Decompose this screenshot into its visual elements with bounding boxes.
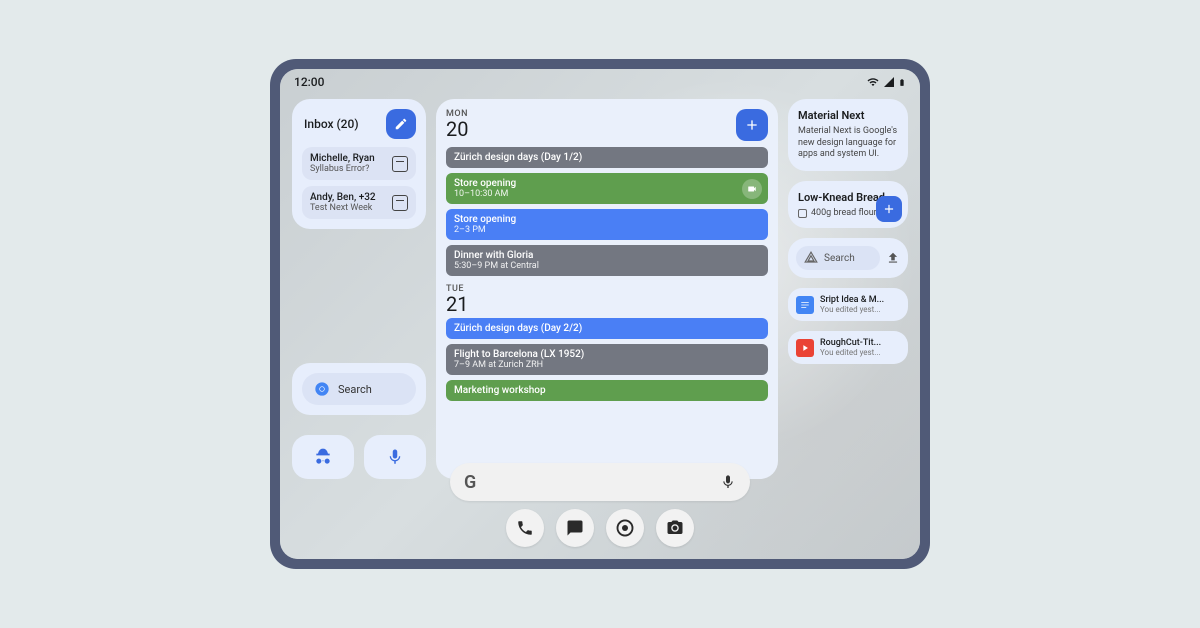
camera-app[interactable] (656, 509, 694, 547)
signal-icon (882, 76, 896, 88)
recipe-widget[interactable]: Low-Knead Bread 400g bread flour (788, 181, 908, 228)
recipe-add-button[interactable] (876, 196, 902, 222)
video-call-icon[interactable] (742, 179, 762, 199)
status-time: 12:00 (294, 75, 324, 89)
chrome-icon (616, 519, 634, 537)
calendar-widget[interactable]: MON 20 Zürich design days (Day 1/2) Stor… (436, 99, 778, 479)
calendar-add-button[interactable] (736, 109, 768, 141)
calendar-event[interactable]: Store opening 2–3 PM (446, 209, 768, 240)
drive-search-field[interactable]: Search (796, 246, 880, 270)
tablet-frame: 12:00 Inbox (20) (270, 59, 930, 569)
file-name: RoughCut-Tit... (820, 338, 900, 348)
camera-icon (666, 519, 684, 537)
file-name: Sript Idea & M... (820, 295, 900, 305)
incognito-button[interactable] (292, 435, 354, 479)
compose-button[interactable] (386, 109, 416, 139)
news-widget[interactable]: Material Next Material Next is Google's … (788, 99, 908, 171)
upload-icon[interactable] (886, 251, 900, 265)
mic-icon[interactable] (720, 474, 736, 490)
inbox-title: Inbox (20) (304, 117, 359, 131)
news-body: Material Next is Google's new design lan… (798, 126, 898, 161)
archive-icon[interactable] (392, 156, 408, 172)
calendar-event[interactable]: Zürich design days (Day 1/2) (446, 147, 768, 168)
message-icon (566, 519, 584, 537)
hotseat (506, 509, 694, 547)
battery-icon (898, 76, 906, 89)
drive-search-widget: Search (788, 238, 908, 278)
pencil-icon (394, 117, 408, 131)
file-meta: You edited yest... (820, 348, 900, 357)
drive-icon (804, 251, 818, 265)
message-subject: Syllabus Error? (310, 164, 386, 174)
chrome-search-label: Search (338, 383, 372, 396)
calendar-event[interactable]: Zürich design days (Day 2/2) (446, 318, 768, 339)
message-from: Andy, Ben, +32 (310, 192, 386, 203)
drive-search-label: Search (824, 253, 855, 264)
news-title: Material Next (798, 109, 898, 122)
plus-icon (882, 202, 896, 216)
chrome-search-field[interactable]: Search (302, 373, 416, 405)
calendar-event[interactable]: Flight to Barcelona (LX 1952) 7–9 AM at … (446, 344, 768, 375)
phone-app[interactable] (506, 509, 544, 547)
phone-icon (516, 519, 534, 537)
chrome-actions (292, 435, 426, 479)
file-meta: You edited yest... (820, 305, 900, 314)
archive-icon[interactable] (392, 195, 408, 211)
inbox-message[interactable]: Andy, Ben, +32 Test Next Week (302, 186, 416, 219)
calendar-event[interactable]: Marketing workshop (446, 380, 768, 401)
wifi-icon (866, 76, 880, 88)
status-bar: 12:00 (280, 69, 920, 95)
chrome-icon (314, 381, 330, 397)
message-from: Michelle, Ryan (310, 153, 386, 164)
calendar-event[interactable]: Dinner with Gloria 5:30–9 PM at Central (446, 245, 768, 276)
google-search-bar[interactable]: G (450, 463, 750, 501)
video-icon (796, 339, 814, 357)
inbox-widget[interactable]: Inbox (20) Michelle, Ryan Syllabus Error… (292, 99, 426, 229)
chrome-search-widget: Search (292, 363, 426, 415)
checkbox-icon[interactable] (798, 209, 807, 218)
calendar-date: 21 (446, 294, 768, 314)
widget-grid: Inbox (20) Michelle, Ryan Syllabus Error… (292, 99, 908, 479)
voice-search-button[interactable] (364, 435, 426, 479)
drive-file[interactable]: Sript Idea & M... You edited yest... (788, 288, 908, 321)
inbox-message[interactable]: Michelle, Ryan Syllabus Error? (302, 147, 416, 180)
mic-icon (386, 448, 404, 466)
plus-icon (744, 117, 760, 133)
screen: 12:00 Inbox (20) (280, 69, 920, 559)
calendar-dow: TUE (446, 284, 768, 294)
incognito-icon (313, 447, 333, 467)
google-logo-icon: G (464, 472, 476, 493)
docs-icon (796, 296, 814, 314)
status-icons (866, 76, 906, 89)
message-subject: Test Next Week (310, 203, 386, 213)
chrome-app[interactable] (606, 509, 644, 547)
messages-app[interactable] (556, 509, 594, 547)
calendar-date: 20 (446, 119, 468, 139)
drive-file[interactable]: RoughCut-Tit... You edited yest... (788, 331, 908, 364)
calendar-event[interactable]: Store opening 10–10:30 AM (446, 173, 768, 204)
